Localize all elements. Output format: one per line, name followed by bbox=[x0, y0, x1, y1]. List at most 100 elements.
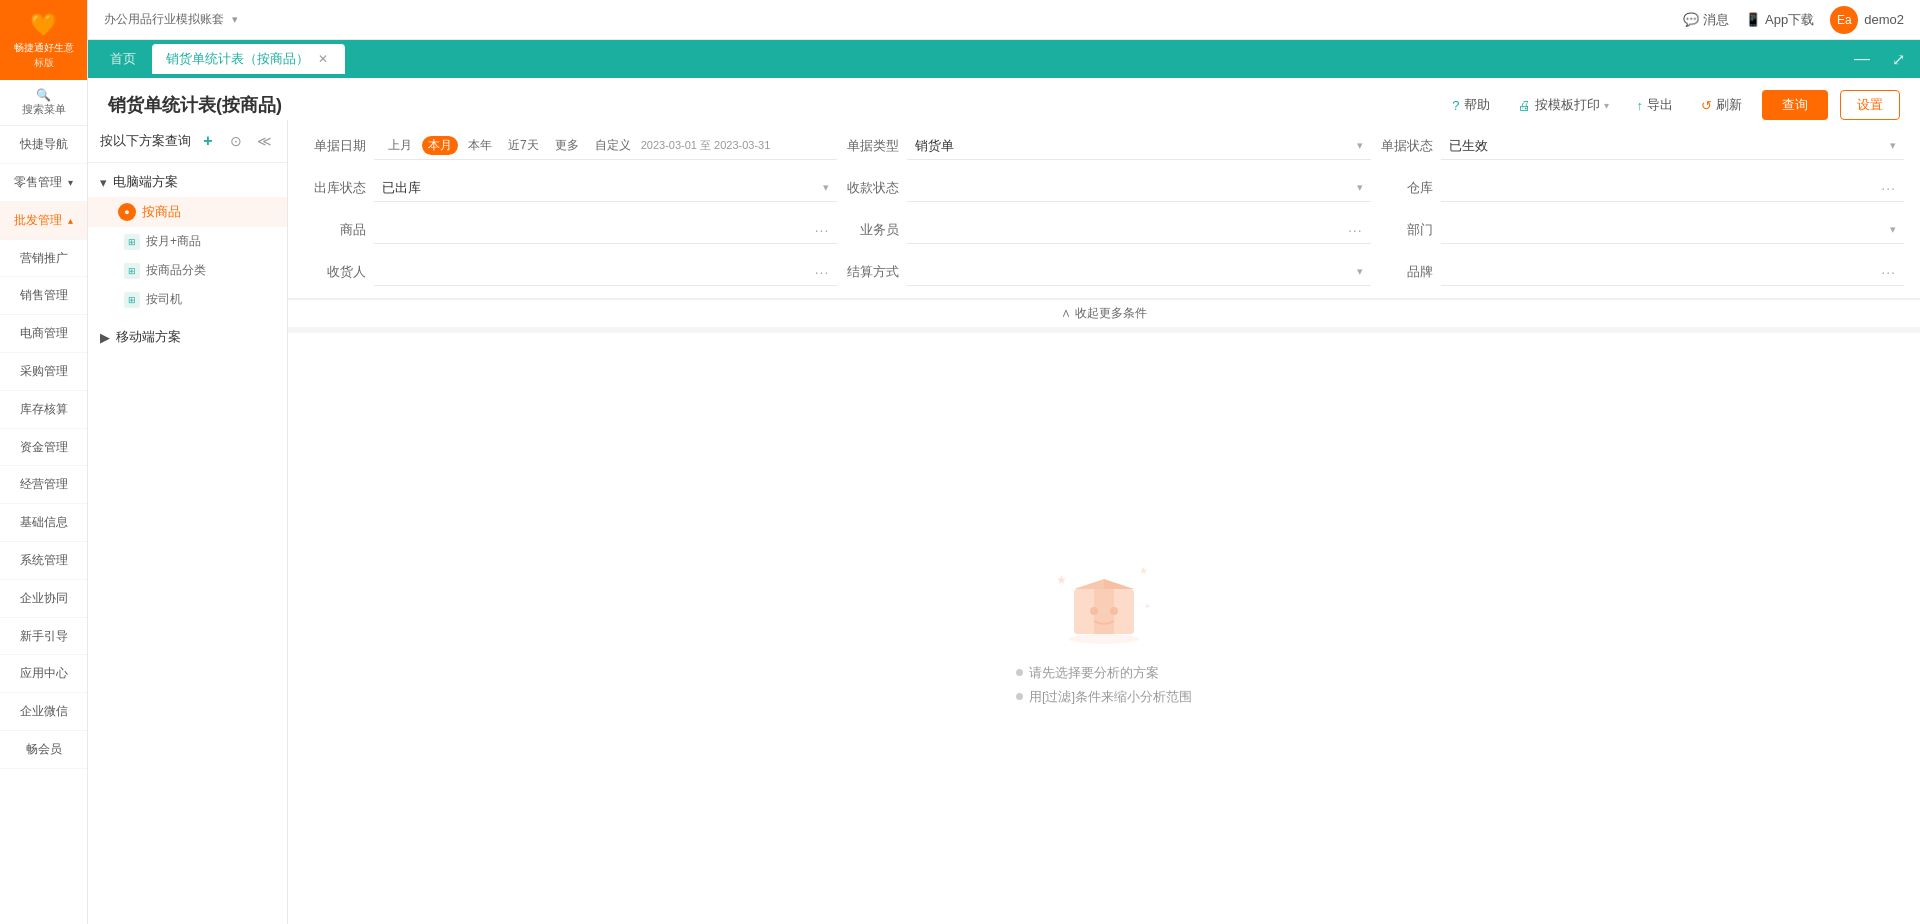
header-left: 办公用品行业模拟账套 ▾ bbox=[104, 11, 238, 28]
salesperson-value[interactable]: ··· bbox=[907, 216, 1370, 244]
right-panel: 单据日期 上月 本月 本年 近7天 更多 自定义 20 bbox=[288, 120, 1920, 924]
receipt-status-value[interactable]: ▾ bbox=[907, 174, 1370, 202]
sidebar-item-ecommerce[interactable]: 电商管理 bbox=[0, 315, 87, 353]
add-scheme-button[interactable]: + bbox=[197, 130, 219, 152]
warehouse-dots-icon: ··· bbox=[1881, 180, 1896, 196]
product-value[interactable]: ··· bbox=[374, 216, 837, 244]
sidebar-item-purchase-label: 采购管理 bbox=[20, 364, 68, 378]
retail-expand-icon: ▾ bbox=[68, 176, 73, 190]
scheme-group-mobile: ▶ 移动端方案 bbox=[88, 318, 287, 356]
collapse-filters-button[interactable]: ∧ 收起更多条件 bbox=[288, 299, 1920, 327]
date-tab-last-month[interactable]: 上月 bbox=[382, 136, 418, 155]
page-title: 销货单统计表(按商品) bbox=[108, 93, 282, 117]
sidebar-item-purchase[interactable]: 采购管理 bbox=[0, 353, 87, 391]
sidebar-item-enterprise[interactable]: 企业协同 bbox=[0, 580, 87, 618]
product-dots-icon: ··· bbox=[815, 222, 830, 238]
doctype-text: 销货单 bbox=[915, 137, 954, 155]
collapse-scheme-button[interactable]: ≪ bbox=[253, 130, 275, 152]
sidebar-item-basic[interactable]: 基础信息 bbox=[0, 504, 87, 542]
sidebar-shortcut-label: 快捷导航 bbox=[20, 137, 68, 151]
scheme-group-pc-title[interactable]: ▾ 电脑端方案 bbox=[88, 167, 287, 197]
tab-bar: 首页 销货单统计表（按商品） ✕ — ⤢ bbox=[88, 40, 1920, 78]
sidebar-item-retail[interactable]: 零售管理 ▾ bbox=[0, 164, 87, 202]
tab-minimize-icon[interactable]: — bbox=[1848, 45, 1876, 73]
department-value[interactable]: ▾ bbox=[1441, 216, 1904, 244]
tab-close-icon[interactable]: ✕ bbox=[315, 51, 331, 67]
warehouse-value[interactable]: ··· bbox=[1441, 174, 1904, 202]
app-version: 标版 bbox=[34, 57, 54, 68]
sidebar-item-ecommerce-label: 电商管理 bbox=[20, 326, 68, 340]
date-filter-value[interactable]: 上月 本月 本年 近7天 更多 自定义 2023-03-01 至 2023-03… bbox=[374, 132, 837, 160]
sidebar-item-wechat[interactable]: 企业微信 bbox=[0, 693, 87, 731]
query-button[interactable]: 查询 bbox=[1762, 90, 1828, 120]
payment-value[interactable]: ▾ bbox=[907, 258, 1370, 286]
sidebar-item-appstore[interactable]: 应用中心 bbox=[0, 655, 87, 693]
tab-sales-stat[interactable]: 销货单统计表（按商品） ✕ bbox=[152, 44, 345, 74]
scheme-item-by-cashier[interactable]: ⊞ 按司机 bbox=[88, 285, 287, 314]
tab-maximize-icon[interactable]: ⤢ bbox=[1884, 45, 1912, 73]
sidebar-shortcut-nav[interactable]: 快捷导航 bbox=[0, 126, 87, 164]
export-icon: ↑ bbox=[1637, 98, 1644, 113]
sidebar-item-finance[interactable]: 资金管理 bbox=[0, 429, 87, 467]
scheme-item-by-product[interactable]: ● 按商品 bbox=[88, 197, 287, 227]
search-menu[interactable]: 🔍 搜索菜单 bbox=[0, 80, 87, 126]
date-tab-more[interactable]: 更多 bbox=[549, 136, 585, 155]
sidebar-item-sales[interactable]: 销售管理 bbox=[0, 277, 87, 315]
sidebar-item-operations[interactable]: 经营管理 bbox=[0, 466, 87, 504]
refresh-label: 刷新 bbox=[1716, 96, 1742, 114]
sidebar-item-vip[interactable]: 畅会员 bbox=[0, 731, 87, 769]
sidebar-item-wechat-label: 企业微信 bbox=[20, 704, 68, 718]
doctype-value[interactable]: 销货单 ▾ bbox=[907, 132, 1370, 160]
scheme-item-by-category-label: 按商品分类 bbox=[146, 262, 206, 279]
filter-cell-brand: 品牌 ··· bbox=[1371, 256, 1904, 288]
date-tab-this-month[interactable]: 本月 bbox=[422, 136, 458, 155]
scheme-item-by-category[interactable]: ⊞ 按商品分类 bbox=[88, 256, 287, 285]
filter-cell-salesperson: 业务员 ··· bbox=[837, 214, 1370, 246]
payment-label: 结算方式 bbox=[837, 263, 907, 281]
print-icon: 🖨 bbox=[1518, 98, 1531, 113]
tab-home[interactable]: 首页 bbox=[96, 44, 150, 74]
refresh-button[interactable]: ↺ 刷新 bbox=[1693, 92, 1750, 118]
sidebar-item-guide[interactable]: 新手引导 bbox=[0, 618, 87, 656]
settings-button[interactable]: 设置 bbox=[1840, 90, 1900, 120]
scheme-group-mobile-title[interactable]: ▶ 移动端方案 bbox=[88, 322, 287, 352]
brand-value[interactable]: ··· bbox=[1441, 258, 1904, 286]
export-button[interactable]: ↑ 导出 bbox=[1629, 92, 1682, 118]
app-logo[interactable]: 🧡 畅捷通好生意 标版 bbox=[0, 0, 87, 80]
filter-cell-stockout: 出库状态 已出库 ▾ bbox=[304, 172, 837, 204]
receipt-status-caret-icon: ▾ bbox=[1357, 181, 1363, 194]
brand-label: 品牌 bbox=[1371, 263, 1441, 281]
download-icon: 📱 bbox=[1745, 12, 1761, 27]
scheme-group-pc: ▾ 电脑端方案 ● 按商品 ⊞ 按月+商品 ⊞ 按商品分类 bbox=[88, 163, 287, 318]
date-tab-custom[interactable]: 自定义 bbox=[589, 136, 637, 155]
filter-cell-warehouse: 仓库 ··· bbox=[1371, 172, 1904, 204]
sidebar-item-marketing[interactable]: 营销推广 bbox=[0, 240, 87, 278]
recipient-label: 收货人 bbox=[304, 263, 374, 281]
sidebar-item-system[interactable]: 系统管理 bbox=[0, 542, 87, 580]
scheme-item-by-product-label: 按商品 bbox=[142, 203, 181, 221]
filter-cell-department: 部门 ▾ bbox=[1371, 214, 1904, 246]
date-tab-this-year[interactable]: 本年 bbox=[462, 136, 498, 155]
stockout-value[interactable]: 已出库 ▾ bbox=[374, 174, 837, 202]
print-button[interactable]: 🖨 按模板打印 ▾ bbox=[1510, 92, 1617, 118]
date-tab-7days[interactable]: 近7天 bbox=[502, 136, 545, 155]
mobile-group-triangle: ▶ bbox=[100, 330, 110, 345]
message-button[interactable]: 💬 消息 bbox=[1683, 11, 1729, 29]
empty-hints-list: 请先选择要分析的方案 用[过滤]条件来缩小分析范围 bbox=[1016, 661, 1192, 708]
filter-cell-date: 单据日期 上月 本月 本年 近7天 更多 自定义 20 bbox=[304, 130, 837, 162]
app-download-button[interactable]: 📱 App下载 bbox=[1745, 11, 1814, 29]
edit-scheme-button[interactable]: ⊙ bbox=[225, 130, 247, 152]
scheme-item-by-month-product[interactable]: ⊞ 按月+商品 bbox=[88, 227, 287, 256]
sidebar-item-inventory[interactable]: 库存核算 bbox=[0, 391, 87, 429]
breadcrumb-dropdown-icon[interactable]: ▾ bbox=[232, 13, 238, 26]
search-icon: 🔍 bbox=[36, 88, 51, 102]
docstatus-value[interactable]: 已生效 ▾ bbox=[1441, 132, 1904, 160]
help-button[interactable]: ? 帮助 bbox=[1444, 92, 1497, 118]
search-menu-label: 搜索菜单 bbox=[6, 102, 81, 117]
sidebar-item-wholesale[interactable]: 批发管理 ▴ bbox=[0, 202, 87, 240]
collapse-icon: ≪ bbox=[257, 133, 272, 149]
add-icon: + bbox=[203, 132, 212, 150]
recipient-value[interactable]: ··· bbox=[374, 258, 837, 286]
user-profile[interactable]: Ea demo2 bbox=[1830, 6, 1904, 34]
user-name: demo2 bbox=[1864, 12, 1904, 27]
